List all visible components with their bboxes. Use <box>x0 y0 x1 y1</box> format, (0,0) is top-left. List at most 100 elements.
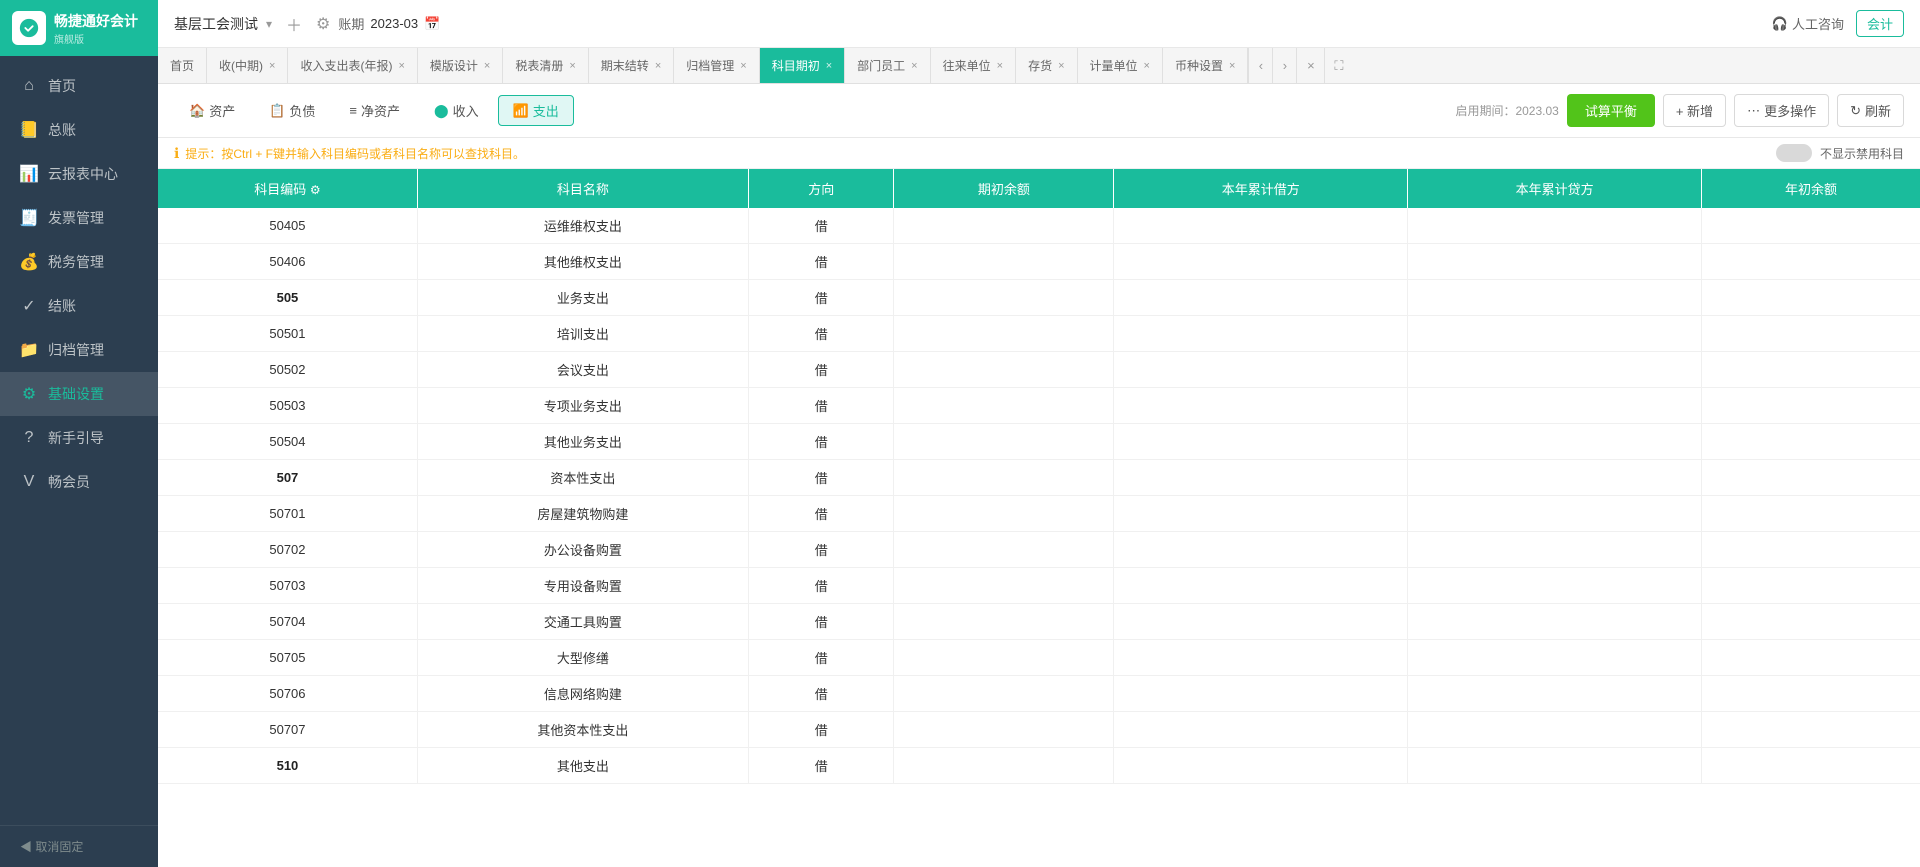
tab-income-year[interactable]: 收入支出表(年报) × <box>288 48 417 84</box>
tab-balance-mid[interactable]: 收(中期) × <box>207 48 288 84</box>
column-settings-icon[interactable]: ⚙ <box>310 183 321 197</box>
sidebar-item-settings[interactable]: ⚙基础设置 <box>0 372 158 416</box>
tab-currency-close[interactable]: × <box>1229 60 1235 72</box>
tabs-close-all[interactable]: × <box>1296 48 1324 84</box>
tab-inventory-close[interactable]: × <box>1058 60 1064 72</box>
tab-partner[interactable]: 往来单位 × <box>931 48 1016 84</box>
calendar-icon[interactable]: 📅 <box>424 16 440 32</box>
cell-period-balance <box>894 676 1114 712</box>
cell-year-start <box>1702 568 1920 604</box>
table-row[interactable]: 50503 专项业务支出 借 <box>158 388 1920 424</box>
cat-tab-income[interactable]: ⬤ 收入 <box>419 95 494 126</box>
tab-partner-close[interactable]: × <box>997 60 1003 72</box>
tab-balance-mid-close[interactable]: × <box>269 60 275 72</box>
sidebar-item-invoice[interactable]: 🧾发票管理 <box>0 196 158 240</box>
table-row[interactable]: 50707 其他资本性支出 借 <box>158 712 1920 748</box>
cell-year-start <box>1702 532 1920 568</box>
add-button[interactable]: + 新增 <box>1663 94 1726 127</box>
cell-code: 50704 <box>158 604 417 640</box>
th-name: 科目名称 <box>417 169 748 208</box>
tab-tax-clear[interactable]: 税表清册 × <box>503 48 588 84</box>
tab-home[interactable]: 首页 <box>158 48 207 84</box>
cell-ytd-debit <box>1114 388 1408 424</box>
table-row[interactable]: 50501 培训支出 借 <box>158 316 1920 352</box>
table-row[interactable]: 50706 信息网络购建 借 <box>158 676 1920 712</box>
sidebar-item-closing[interactable]: ✓结账 <box>0 284 158 328</box>
cell-dir: 借 <box>748 568 894 604</box>
tab-template-close[interactable]: × <box>484 60 490 72</box>
more-button[interactable]: ⋯ 更多操作 <box>1734 94 1829 127</box>
tabs-scroll-left[interactable]: ‹ <box>1248 48 1272 84</box>
cat-tab-asset[interactable]: 🏠 资产 <box>174 95 250 126</box>
sidebar-item-member[interactable]: V畅会员 <box>0 460 158 504</box>
tab-template[interactable]: 模版设计 × <box>418 48 503 84</box>
tab-tax-clear-close[interactable]: × <box>569 60 575 72</box>
tab-subject-init-close[interactable]: × <box>826 60 832 72</box>
tab-archive-close[interactable]: × <box>740 60 746 72</box>
tab-currency-label: 币种设置 <box>1175 57 1223 74</box>
sidebar-item-home[interactable]: ⌂首页 <box>0 64 158 108</box>
cell-ytd-debit <box>1114 460 1408 496</box>
cell-ytd-credit <box>1408 568 1702 604</box>
app-subtitle: 旗舰版 <box>54 31 138 46</box>
tab-income-year-close[interactable]: × <box>398 60 404 72</box>
cell-code: 50502 <box>158 352 417 388</box>
sidebar-collapse[interactable]: ◀ 取消固定 <box>0 825 158 867</box>
table-row[interactable]: 50702 办公设备购置 借 <box>158 532 1920 568</box>
tab-archive[interactable]: 归档管理 × <box>674 48 759 84</box>
sidebar-item-archive[interactable]: 📁归档管理 <box>0 328 158 372</box>
balance-button[interactable]: 试算平衡 <box>1567 94 1655 127</box>
table-row[interactable]: 505 业务支出 借 <box>158 280 1920 316</box>
table-row[interactable]: 507 资本性支出 借 <box>158 460 1920 496</box>
headset-icon: 🎧 <box>1772 16 1788 32</box>
cell-year-start <box>1702 244 1920 280</box>
table-row[interactable]: 50502 会议支出 借 <box>158 352 1920 388</box>
table-row[interactable]: 50705 大型修缮 借 <box>158 640 1920 676</box>
sidebar-item-tax[interactable]: 💰税务管理 <box>0 240 158 284</box>
table-row[interactable]: 50701 房屋建筑物购建 借 <box>158 496 1920 532</box>
tab-inventory[interactable]: 存货 × <box>1016 48 1077 84</box>
accountant-button[interactable]: 会计 <box>1856 10 1904 37</box>
tab-subject-init[interactable]: 科目期初 × <box>760 48 845 84</box>
table-row[interactable]: 50504 其他业务支出 借 <box>158 424 1920 460</box>
cell-name: 其他资本性支出 <box>417 712 748 748</box>
tab-dept-emp-close[interactable]: × <box>911 60 917 72</box>
sidebar-item-ledger[interactable]: 📒总账 <box>0 108 158 152</box>
table-row[interactable]: 50406 其他维权支出 借 <box>158 244 1920 280</box>
service-button[interactable]: 🎧 人工咨询 <box>1772 14 1844 33</box>
tab-period-end-close[interactable]: × <box>655 60 661 72</box>
cat-tab-net-asset[interactable]: ≡ 净资产 <box>334 95 415 126</box>
th-ytd-credit: 本年累计贷方 <box>1408 169 1702 208</box>
refresh-button[interactable]: ↻ 刷新 <box>1837 94 1904 127</box>
sidebar-logo: 畅捷通好会计 旗舰版 <box>0 0 158 56</box>
tab-currency[interactable]: 币种设置 × <box>1163 48 1248 84</box>
tab-unit[interactable]: 计量单位 × <box>1078 48 1163 84</box>
cell-year-start <box>1702 712 1920 748</box>
sidebar-item-reports[interactable]: 📊云报表中心 <box>0 152 158 196</box>
cell-ytd-debit <box>1114 676 1408 712</box>
tabs-scroll-right[interactable]: › <box>1272 48 1296 84</box>
tab-period-end[interactable]: 期末结转 × <box>589 48 674 84</box>
cat-tab-liability[interactable]: 📋 负债 <box>254 95 330 126</box>
cell-ytd-debit <box>1114 712 1408 748</box>
table-row[interactable]: 50405 运维维权支出 借 <box>158 208 1920 244</box>
cell-ytd-debit <box>1114 208 1408 244</box>
sidebar-icon-newbie: ? <box>20 429 38 447</box>
tabs-maximize[interactable]: ⛶ <box>1324 48 1352 84</box>
table-row[interactable]: 50704 交通工具购置 借 <box>158 604 1920 640</box>
table-header-row: 科目编码 ⚙ 科目名称 方向 期初余额 本年累计借方 本年累计贷方 年初余额 <box>158 169 1920 208</box>
sidebar-item-newbie[interactable]: ?新手引导 <box>0 416 158 460</box>
sidebar-icon-closing: ✓ <box>20 297 38 315</box>
disable-toggle[interactable] <box>1776 144 1812 162</box>
tab-dept-emp[interactable]: 部门员工 × <box>845 48 930 84</box>
table-row[interactable]: 510 其他支出 借 <box>158 748 1920 784</box>
net-asset-icon: ≡ <box>349 103 357 118</box>
cat-tab-expense[interactable]: 📶 支出 <box>498 95 574 126</box>
table-row[interactable]: 50703 专用设备购置 借 <box>158 568 1920 604</box>
cell-period-balance <box>894 424 1114 460</box>
company-dropdown-icon[interactable]: ▾ <box>266 17 272 31</box>
settings-icon[interactable]: ⚙ <box>316 14 330 34</box>
tab-unit-close[interactable]: × <box>1144 60 1150 72</box>
cell-dir: 借 <box>748 424 894 460</box>
add-company-icon[interactable]: ＋ <box>280 10 308 38</box>
